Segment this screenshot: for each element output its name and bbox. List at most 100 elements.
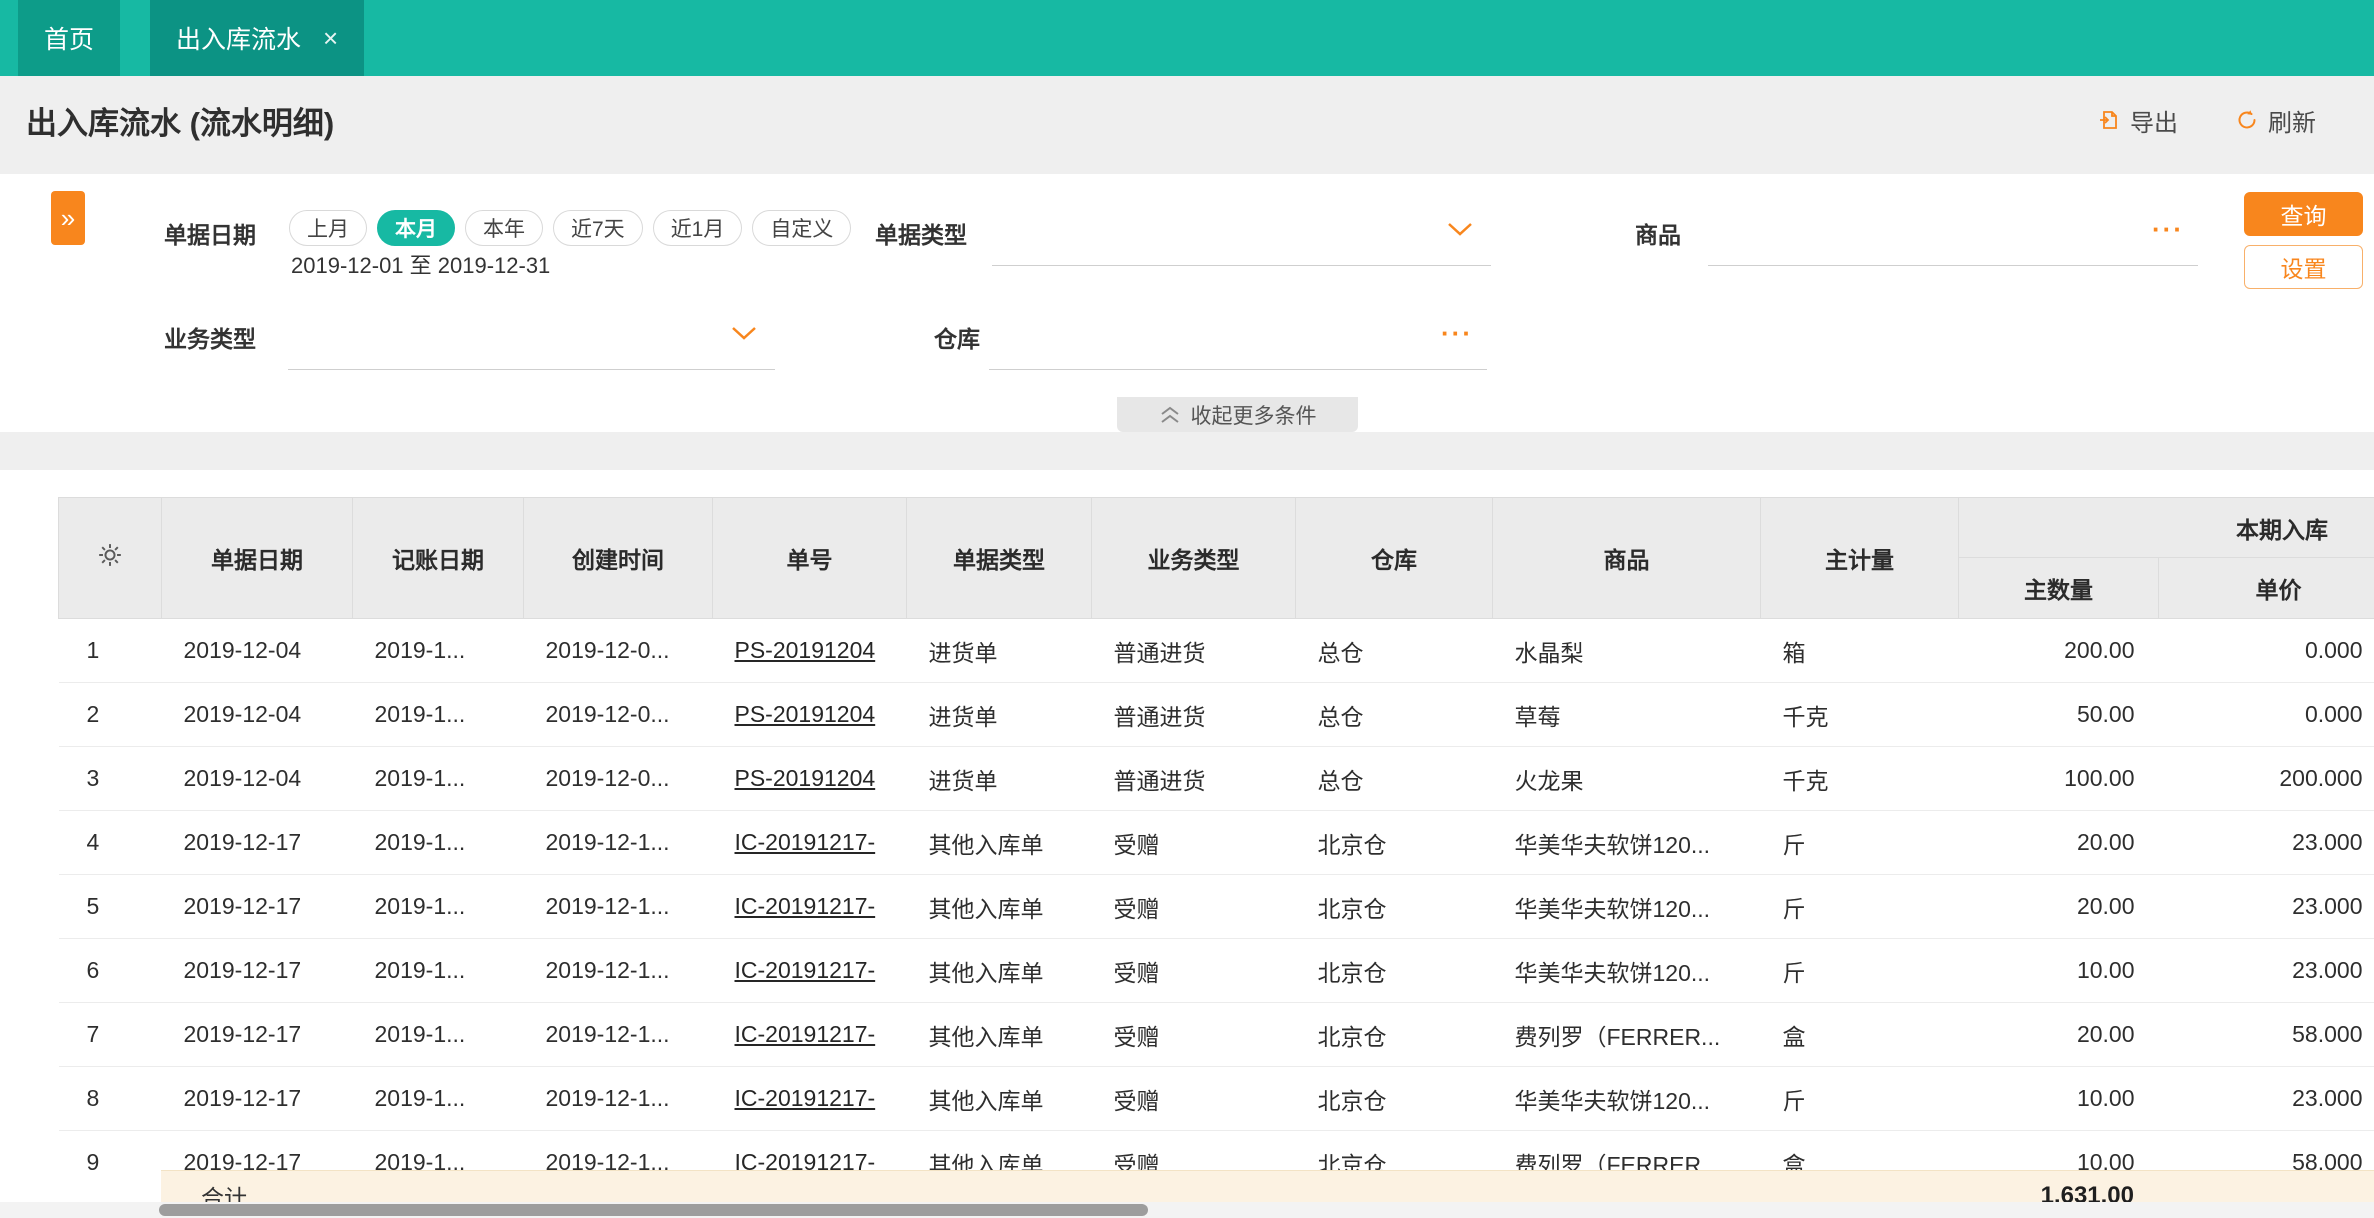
export-label: 导出 <box>2130 109 2178 137</box>
col-header-product[interactable]: 商品 <box>1492 497 1761 619</box>
doc-type-select[interactable] <box>992 214 1491 266</box>
col-header-qty[interactable]: 主数量 <box>1958 557 2159 619</box>
more-ellipsis-icon[interactable]: ··· <box>2152 214 2184 245</box>
unit-cell: 千克 <box>1760 682 1959 747</box>
date-filter-7days[interactable]: 近7天 <box>553 210 643 246</box>
account-date-cell: 2019-1... <box>352 746 524 811</box>
col-header-warehouse[interactable]: 仓库 <box>1295 497 1493 619</box>
doc-no-link[interactable]: IC-20191217- <box>735 1085 876 1111</box>
doc-no-cell: PS-20191204 <box>712 746 907 811</box>
table-body: 1 2019-12-04 2019-1... 2019-12-0... PS-20191… <box>58 618 2374 1195</box>
create-time-cell: 2019-12-1... <box>523 938 713 1003</box>
page-title: 出入库流水 (流水明细) <box>26 105 335 141</box>
doc-type-cell: 其他入库单 <box>906 1002 1092 1067</box>
col-header-doc-date[interactable]: 单据日期 <box>161 497 353 619</box>
row-index: 8 <box>58 1066 162 1131</box>
close-icon[interactable]: × <box>323 25 338 51</box>
double-chevron-up-icon <box>1159 406 1181 424</box>
biz-type-select[interactable] <box>288 318 775 370</box>
product-cell: 火龙果 <box>1492 746 1761 811</box>
doc-type-cell: 其他入库单 <box>906 810 1092 875</box>
date-filter-custom[interactable]: 自定义 <box>752 210 852 246</box>
col-header-created[interactable]: 创建时间 <box>523 497 713 619</box>
table-row: 4 2019-12-17 2019-1... 2019-12-1... IC-20191… <box>58 810 2374 875</box>
doc-no-link[interactable]: IC-20191217- <box>735 893 876 919</box>
query-button[interactable]: 查询 <box>2244 192 2363 236</box>
column-settings-button[interactable] <box>58 497 162 619</box>
col-header-account-date[interactable]: 记账日期 <box>352 497 524 619</box>
horizontal-scrollbar-track <box>0 1202 2374 1218</box>
chevron-down-icon <box>731 326 757 340</box>
qty-cell: 10.00 <box>1958 938 2159 1003</box>
row-index: 7 <box>58 1002 162 1067</box>
qty-cell: 100.00 <box>1958 746 2159 811</box>
doc-type-label: 单据类型 <box>875 222 967 248</box>
settings-button[interactable]: 设置 <box>2244 245 2363 289</box>
table-row: 8 2019-12-17 2019-1... 2019-12-1... IC-20191… <box>58 1066 2374 1131</box>
create-time-cell: 2019-12-0... <box>523 618 713 683</box>
col-header-doc-no[interactable]: 单号 <box>712 497 907 619</box>
warehouse-input[interactable]: ··· <box>989 318 1487 370</box>
table-row: 2 2019-12-04 2019-1... 2019-12-0... PS-20191… <box>58 682 2374 747</box>
price-cell: 23.000 <box>2158 874 2374 939</box>
product-input[interactable]: ··· <box>1708 214 2198 266</box>
table-row: 7 2019-12-17 2019-1... 2019-12-1... IC-20191… <box>58 1002 2374 1067</box>
row-index: 2 <box>58 682 162 747</box>
biz-type-cell: 受赠 <box>1091 874 1296 939</box>
refresh-label: 刷新 <box>2268 109 2316 137</box>
qty-cell: 10.00 <box>1958 1066 2159 1131</box>
doc-no-link[interactable]: IC-20191217- <box>735 1021 876 1047</box>
doc-date-cell: 2019-12-17 <box>161 1066 353 1131</box>
collapse-more-button[interactable]: 收起更多条件 <box>1117 397 1358 432</box>
tab-home[interactable]: 首页 <box>18 0 121 76</box>
export-button[interactable]: 导出 <box>2098 103 2178 138</box>
date-filter-this-month[interactable]: 本月 <box>377 210 455 246</box>
doc-date-cell: 2019-12-04 <box>161 618 353 683</box>
refresh-icon <box>2236 109 2258 131</box>
horizontal-scrollbar-thumb[interactable] <box>159 1204 1148 1216</box>
product-cell: 华美华夫软饼120... <box>1492 938 1761 1003</box>
tab-bar: 首页 出入库流水 × <box>0 0 2374 76</box>
doc-type-cell: 其他入库单 <box>906 938 1092 1003</box>
warehouse-cell: 北京仓 <box>1295 810 1493 875</box>
doc-date-cell: 2019-12-17 <box>161 1002 353 1067</box>
date-filter-1month[interactable]: 近1月 <box>652 210 743 246</box>
doc-date-cell: 2019-12-04 <box>161 746 353 811</box>
drawer-collapse-button[interactable]: » <box>51 191 85 245</box>
product-cell: 华美华夫软饼120... <box>1492 1066 1761 1131</box>
create-time-cell: 2019-12-0... <box>523 746 713 811</box>
col-header-doc-type[interactable]: 单据类型 <box>906 497 1092 619</box>
doc-date-cell: 2019-12-04 <box>161 682 353 747</box>
refresh-button[interactable]: 刷新 <box>2236 103 2316 138</box>
col-header-price[interactable]: 单价 <box>2158 557 2374 619</box>
col-header-biz-type[interactable]: 业务类型 <box>1091 497 1296 619</box>
date-filter-last-month[interactable]: 上月 <box>289 210 367 246</box>
row-index: 1 <box>58 618 162 683</box>
chevron-down-icon <box>1447 222 1473 236</box>
collapse-more-label: 收起更多条件 <box>1190 404 1317 428</box>
row-index: 4 <box>58 810 162 875</box>
warehouse-cell: 北京仓 <box>1295 1002 1493 1067</box>
doc-no-cell: IC-20191217- <box>712 1066 907 1131</box>
doc-no-cell: PS-20191204 <box>712 618 907 683</box>
price-cell: 58.000 <box>2158 1002 2374 1067</box>
qty-cell: 200.00 <box>1958 618 2159 683</box>
doc-type-cell: 进货单 <box>906 618 1092 683</box>
table-row: 1 2019-12-04 2019-1... 2019-12-0... PS-20191… <box>58 618 2374 683</box>
account-date-cell: 2019-1... <box>352 938 524 1003</box>
tab-inout-flow[interactable]: 出入库流水 × <box>150 0 365 76</box>
price-cell: 23.000 <box>2158 1066 2374 1131</box>
doc-no-link[interactable]: PS-20191204 <box>735 637 876 663</box>
row-index: 3 <box>58 746 162 811</box>
date-filter-this-year[interactable]: 本年 <box>465 210 543 246</box>
date-range-value[interactable]: 2019-12-01 至 2019-12-31 <box>291 248 550 280</box>
doc-no-link[interactable]: IC-20191217- <box>735 957 876 983</box>
more-ellipsis-icon[interactable]: ··· <box>1441 318 1473 349</box>
doc-no-link[interactable]: IC-20191217- <box>735 829 876 855</box>
doc-no-link[interactable]: PS-20191204 <box>735 701 876 727</box>
col-header-unit[interactable]: 主计量 <box>1760 497 1959 619</box>
biz-type-cell: 受赠 <box>1091 1066 1296 1131</box>
price-cell: 0.000 <box>2158 618 2374 683</box>
doc-no-link[interactable]: PS-20191204 <box>735 765 876 791</box>
account-date-cell: 2019-1... <box>352 1066 524 1131</box>
